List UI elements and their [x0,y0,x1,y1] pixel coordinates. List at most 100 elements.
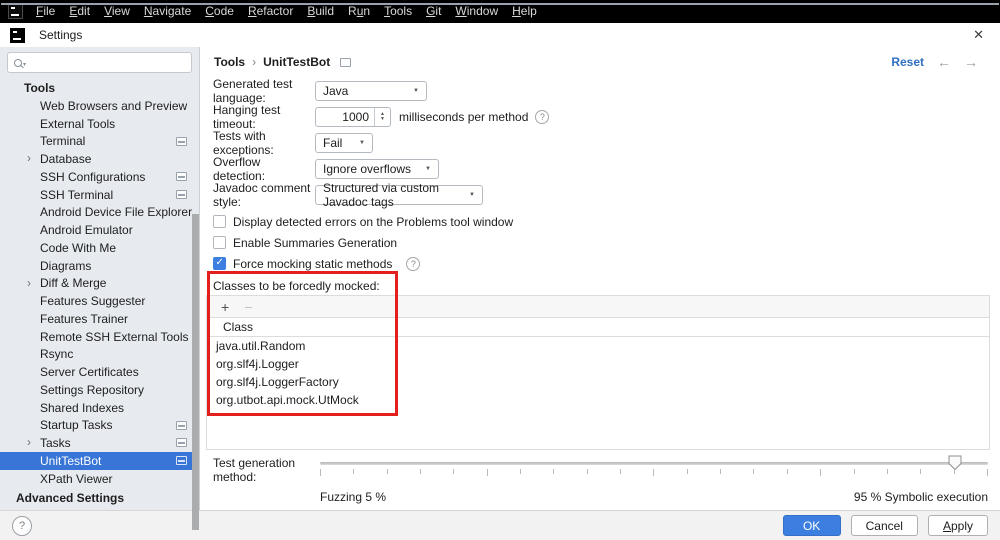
back-arrow-icon[interactable]: ← [937,54,951,70]
sidebar-item-ssh-terminal[interactable]: SSH Terminal [0,186,199,204]
chevron-down-icon: ▼ [469,192,475,198]
close-icon[interactable]: ✕ [965,27,992,43]
header-actions: Reset ← → [891,54,978,70]
table-column-header[interactable]: Class [207,318,989,337]
sidebar-item-shared-indexes[interactable]: Shared Indexes [0,399,199,417]
sidebar-item-remote-ssh-external-tools[interactable]: Remote SSH External Tools [0,328,199,346]
overflow-detection-select[interactable]: Ignore overflows ▼ [315,159,439,179]
checkbox-row-force-mocking-static-methods[interactable]: Force mocking static methods? [213,253,1000,274]
mock-table-label: Classes to be forcedly mocked: [200,276,1000,295]
toolwindow-badge-icon [340,58,351,67]
tests-with-exceptions-label: Tests with exceptions: [213,129,315,157]
tree-section-advanced-settings[interactable]: Advanced Settings [0,489,199,507]
checkbox-checked-icon[interactable] [213,257,226,270]
sidebar-item-android-emulator[interactable]: Android Emulator [0,221,199,239]
sidebar-item-label: Database [40,152,91,166]
hanging-test-timeout-row: Hanging test timeout: 1000 ▲▼ millisecon… [213,107,1000,127]
sidebar-item-settings-repository[interactable]: Settings Repository [0,381,199,399]
checkbox-unchecked-icon[interactable] [213,236,226,249]
sidebar-item-ssh-configurations[interactable]: SSH Configurations [0,168,199,186]
sidebar-item-diff-merge[interactable]: ›Diff & Merge [0,275,199,293]
sidebar-item-unittestbot[interactable]: UnitTestBot [0,452,199,470]
toolwindow-badge-icon [176,172,187,181]
sidebar-item-label: UnitTestBot [40,454,101,468]
sidebar-item-features-suggester[interactable]: Features Suggester [0,292,199,310]
sidebar-item-web-browsers-and-preview[interactable]: Web Browsers and Preview [0,97,199,115]
settings-search-box[interactable]: ▾ [7,52,192,73]
sidebar-scrollbar[interactable] [192,214,199,530]
reset-link[interactable]: Reset [891,55,924,69]
chevron-right-icon[interactable]: › [27,276,31,290]
sidebar-item-tasks[interactable]: ›Tasks [0,434,199,452]
sidebar-item-code-with-me[interactable]: Code With Me [0,239,199,257]
javadoc-comment-style-value: Structured via custom Javadoc tags [323,181,459,209]
generated-test-language-label: Generated test language: [213,77,315,105]
table-row[interactable]: java.util.Random [207,337,989,355]
toolwindow-badge-icon [176,137,187,146]
checkbox-row-enable-summaries-generation[interactable]: Enable Summaries Generation [213,232,1000,253]
sidebar-item-external-tools[interactable]: External Tools [0,115,199,133]
toolwindow-badge-icon [176,190,187,199]
sidebar-item-terminal[interactable]: Terminal [0,133,199,151]
tests-with-exceptions-value: Fail [323,136,342,150]
ok-button[interactable]: OK [783,515,841,536]
remove-icon[interactable]: − [244,299,252,315]
chevron-right-icon[interactable]: › [27,435,31,449]
sidebar-item-database[interactable]: › Database [0,150,199,168]
sidebar-item-label: Server Certificates [40,365,139,379]
table-empty-area [207,409,989,449]
test-generation-slider[interactable] [320,453,988,475]
slider-tick [787,469,788,474]
breadcrumb-root[interactable]: Tools [214,55,245,69]
breadcrumb-row: Tools › UnitTestBot Reset ← → [200,47,1000,73]
tests-with-exceptions-select[interactable]: Fail ▼ [315,133,373,153]
breadcrumb-separator: › [252,55,256,69]
forward-arrow-icon[interactable]: → [964,54,978,70]
sidebar-item-server-certificates[interactable]: Server Certificates [0,363,199,381]
hanging-test-timeout-spinner[interactable]: 1000 ▲▼ [315,107,391,127]
sidebar-item-label: SSH Configurations [40,170,145,184]
intellij-logo-icon [8,4,23,19]
sidebar-item-label: Settings Repository [40,383,144,397]
tree-section-tools[interactable]: Tools [0,79,199,97]
table-row[interactable]: org.slf4j.LoggerFactory [207,373,989,391]
cancel-button[interactable]: Cancel [851,515,918,536]
apply-button[interactable]: Apply [928,515,988,536]
add-icon[interactable]: + [221,299,229,315]
checkbox-label: Display detected errors on the Problems … [233,215,513,229]
sidebar-item-startup-tasks[interactable]: Startup Tasks [0,417,199,435]
spinner-down-icon[interactable]: ▼ [380,117,385,122]
sidebar-item-android-device-file-explorer[interactable]: Android Device File Explorer [0,204,199,222]
generated-test-language-value: Java [323,84,348,98]
help-icon[interactable]: ? [535,110,549,124]
checkbox-unchecked-icon[interactable] [213,215,226,228]
sidebar-item-xpath-viewer[interactable]: XPath Viewer [0,470,199,488]
settings-search-input[interactable] [27,56,185,70]
overflow-detection-row: Overflow detection: Ignore overflows ▼ [213,159,1000,179]
sidebar-item-rsync[interactable]: Rsync [0,346,199,364]
slider-tick [687,469,688,474]
spinner-arrows[interactable]: ▲▼ [374,108,390,126]
sidebar-item-label: Rsync [40,347,73,361]
table-row[interactable]: org.utbot.api.mock.UtMock [207,391,989,409]
table-row[interactable]: org.slf4j.Logger [207,355,989,373]
generated-test-language-row: Generated test language: Java ▼ [213,81,1000,101]
slider-tick [620,469,621,474]
generated-test-language-select[interactable]: Java ▼ [315,81,427,101]
sidebar-item-features-trainer[interactable]: Features Trainer [0,310,199,328]
sidebar-item-label: Android Emulator [40,223,133,237]
toolwindow-badge-icon [176,438,187,447]
sidebar-item-label: XPath Viewer [40,472,113,486]
chevron-right-icon[interactable]: › [27,151,31,165]
sidebar-item-label: Diagrams [40,259,91,273]
checkbox-row-display-detected-errors-on-the-problems-tool-window[interactable]: Display detected errors on the Problems … [213,211,1000,232]
slider-tick [653,469,654,476]
javadoc-comment-style-select[interactable]: Structured via custom Javadoc tags ▼ [315,185,483,205]
slider-track[interactable] [320,462,988,465]
dialog-titlebar: Settings ✕ [0,23,1000,47]
sidebar-item-diagrams[interactable]: Diagrams [0,257,199,275]
help-button[interactable]: ? [12,516,32,536]
slider-tick [320,469,321,476]
help-icon[interactable]: ? [406,257,420,271]
settings-form: Generated test language: Java ▼ Hanging … [200,73,1000,274]
